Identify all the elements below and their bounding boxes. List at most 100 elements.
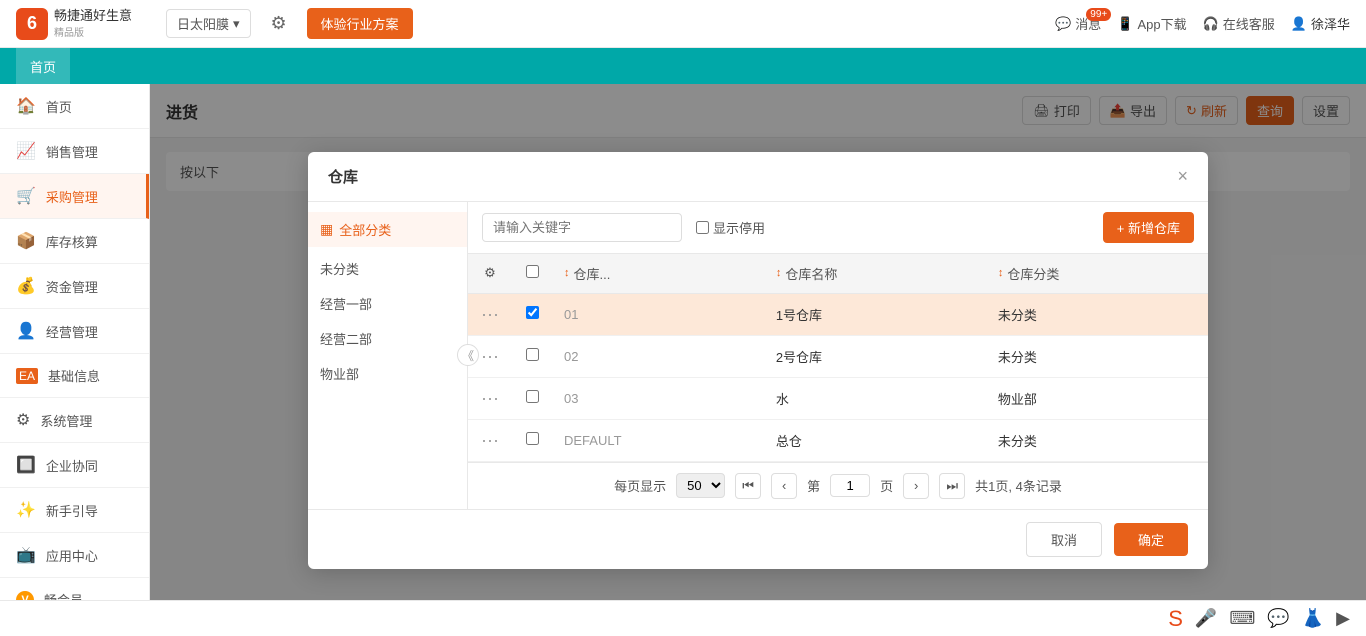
row-num: 02 <box>552 335 764 377</box>
row-num: 03 <box>552 377 764 419</box>
row-checkbox[interactable] <box>526 432 539 445</box>
branch-chevron-icon: ▾ <box>233 16 240 32</box>
table-row[interactable]: ··· 03 水 物业部 <box>468 377 1208 419</box>
home-icon: 🏠 <box>16 96 36 116</box>
category-all[interactable]: ▦ 全部分类 <box>308 212 467 247</box>
sidebar-item-sales[interactable]: 📈 销售管理 <box>0 129 149 174</box>
page-first-button[interactable]: ⏮ <box>735 473 761 499</box>
th-name: ↕ 仓库名称 <box>764 254 986 294</box>
branch-selector[interactable]: 日太阳膜 ▾ <box>166 9 251 38</box>
user-profile-button[interactable]: 👤 徐泽华 <box>1291 14 1350 33</box>
table-row[interactable]: ··· DEFAULT 总仓 未分类 <box>468 419 1208 461</box>
collapse-panel-button[interactable]: 《 <box>457 344 479 366</box>
more-button[interactable]: ··· <box>481 304 499 324</box>
sidebar-item-enterprise-label: 企业协同 <box>46 456 98 475</box>
nav-tab-home[interactable]: 首页 <box>16 48 70 84</box>
sidebar-item-system-label: 系统管理 <box>40 411 92 430</box>
sidebar-item-operations-label: 经营管理 <box>46 322 98 341</box>
add-warehouse-button[interactable]: + 新增仓库 <box>1103 212 1194 243</box>
category-item-dept1[interactable]: 经营一部 <box>308 286 467 321</box>
enterprise-icon: 🔲 <box>16 455 36 475</box>
sidebar-item-inventory[interactable]: 📦 库存核算 <box>0 219 149 264</box>
row-checkbox[interactable] <box>526 306 539 319</box>
page-number-input[interactable] <box>830 474 870 497</box>
app-download-button[interactable]: 📱 App下载 <box>1117 14 1186 33</box>
messages-button[interactable]: 💬 消息 99+ <box>1055 14 1101 33</box>
table-toolbar: 🔍 显示停用 + 新增仓库 <box>468 202 1208 254</box>
header-right: 💬 消息 99+ 📱 App下载 🎧 在线客服 👤 徐泽华 <box>1055 14 1350 33</box>
row-checkbox[interactable] <box>526 390 539 403</box>
header-settings-button[interactable]: ⚙ <box>263 8 295 40</box>
row-name: 2号仓库 <box>764 335 986 377</box>
show-disabled-text: 显示停用 <box>713 218 765 237</box>
select-all-checkbox[interactable] <box>526 265 539 278</box>
category-item-dept2[interactable]: 经营二部 <box>308 321 467 356</box>
sidebar-item-basic-info[interactable]: EA 基础信息 <box>0 354 149 398</box>
operations-icon: 👤 <box>16 321 36 341</box>
page-last-button[interactable]: ⏭ <box>939 473 965 499</box>
bottom-chat-icon[interactable]: 💬 <box>1267 608 1289 629</box>
logo-area: 6 畅捷通好生意 精品版 <box>16 8 166 40</box>
sidebar-item-purchase[interactable]: 🛒 采购管理 <box>0 174 149 219</box>
row-checkbox[interactable] <box>526 348 539 361</box>
table-row[interactable]: ··· 02 2号仓库 未分类 <box>468 335 1208 377</box>
sidebar-item-enterprise[interactable]: 🔲 企业协同 <box>0 443 149 488</box>
guide-icon: ✨ <box>16 500 36 520</box>
more-button[interactable]: ··· <box>481 346 499 366</box>
show-disabled-label[interactable]: 显示停用 <box>696 218 765 237</box>
total-records: 共1页, 4条记录 <box>975 476 1062 495</box>
online-service-label: 在线客服 <box>1223 14 1275 33</box>
modal-close-button[interactable]: × <box>1177 167 1188 185</box>
row-checkbox-cell <box>512 419 552 461</box>
sidebar-item-home[interactable]: 🏠 首页 <box>0 84 149 129</box>
app-download-label: App下载 <box>1137 14 1186 33</box>
sidebar-item-guide[interactable]: ✨ 新手引导 <box>0 488 149 533</box>
row-num: 01 <box>552 293 764 335</box>
more-button[interactable]: ··· <box>481 430 499 450</box>
more-button[interactable]: ··· <box>481 388 499 408</box>
secondary-nav: 首页 <box>0 48 1366 84</box>
sidebar-item-apps[interactable]: 📺 应用中心 <box>0 533 149 578</box>
per-page-select[interactable]: 50 <box>676 473 725 498</box>
category-panel: ▦ 全部分类 未分类 经营一部 经营二部 物业部 <box>308 202 468 509</box>
row-category: 未分类 <box>986 335 1208 377</box>
search-box: 🔍 <box>482 213 682 242</box>
bottom-keyboard-icon[interactable]: ⌨ <box>1229 608 1255 629</box>
modal-title: 仓库 <box>328 166 358 187</box>
sidebar-item-basic-info-label: 基础信息 <box>48 366 100 385</box>
th-category: ↕ 仓库分类 <box>986 254 1208 294</box>
sidebar-item-system[interactable]: ⚙ 系统管理 <box>0 398 149 443</box>
sort-icon: ↕ <box>564 267 570 279</box>
sidebar-item-finance[interactable]: 💰 资金管理 <box>0 264 149 309</box>
online-service-button[interactable]: 🎧 在线客服 <box>1203 14 1275 33</box>
logo-text-area: 畅捷通好生意 精品版 <box>54 8 132 40</box>
row-name: 水 <box>764 377 986 419</box>
table-panel: 🔍 显示停用 + 新增仓库 <box>468 202 1208 509</box>
sidebar-item-apps-label: 应用中心 <box>46 546 98 565</box>
bottom-play-icon[interactable]: ▶ <box>1336 608 1350 629</box>
sidebar-item-guide-label: 新手引导 <box>46 501 98 520</box>
category-item-property[interactable]: 物业部 <box>308 356 467 391</box>
sidebar-item-purchase-label: 采购管理 <box>46 187 98 206</box>
modal-footer: 取消 确定 <box>308 509 1208 569</box>
category-item-unclassified[interactable]: 未分类 <box>308 251 467 286</box>
bottom-mic-icon[interactable]: 🎤 <box>1195 608 1217 629</box>
show-disabled-checkbox[interactable] <box>696 221 709 234</box>
apps-icon: 📺 <box>16 545 36 565</box>
page-prev-button[interactable]: ‹ <box>771 473 797 499</box>
inventory-icon: 📦 <box>16 231 36 251</box>
row-name: 总仓 <box>764 419 986 461</box>
nav-tab-home-label: 首页 <box>30 57 56 76</box>
cancel-button[interactable]: 取消 <box>1026 522 1102 557</box>
page-next-button[interactable]: › <box>903 473 929 499</box>
warehouse-table: ⚙ ↕ 仓库... <box>468 254 1208 462</box>
trial-button[interactable]: 体验行业方案 <box>307 8 413 39</box>
row-checkbox-cell <box>512 335 552 377</box>
table-row[interactable]: ··· 01 1号仓库 未分类 <box>468 293 1208 335</box>
confirm-button[interactable]: 确定 <box>1114 523 1188 556</box>
bottom-theme-icon[interactable]: 👗 <box>1302 608 1324 629</box>
search-button[interactable]: 🔍 <box>679 214 682 241</box>
logo-line2: 精品版 <box>54 24 132 39</box>
search-input[interactable] <box>483 215 679 240</box>
sidebar-item-operations[interactable]: 👤 经营管理 <box>0 309 149 354</box>
